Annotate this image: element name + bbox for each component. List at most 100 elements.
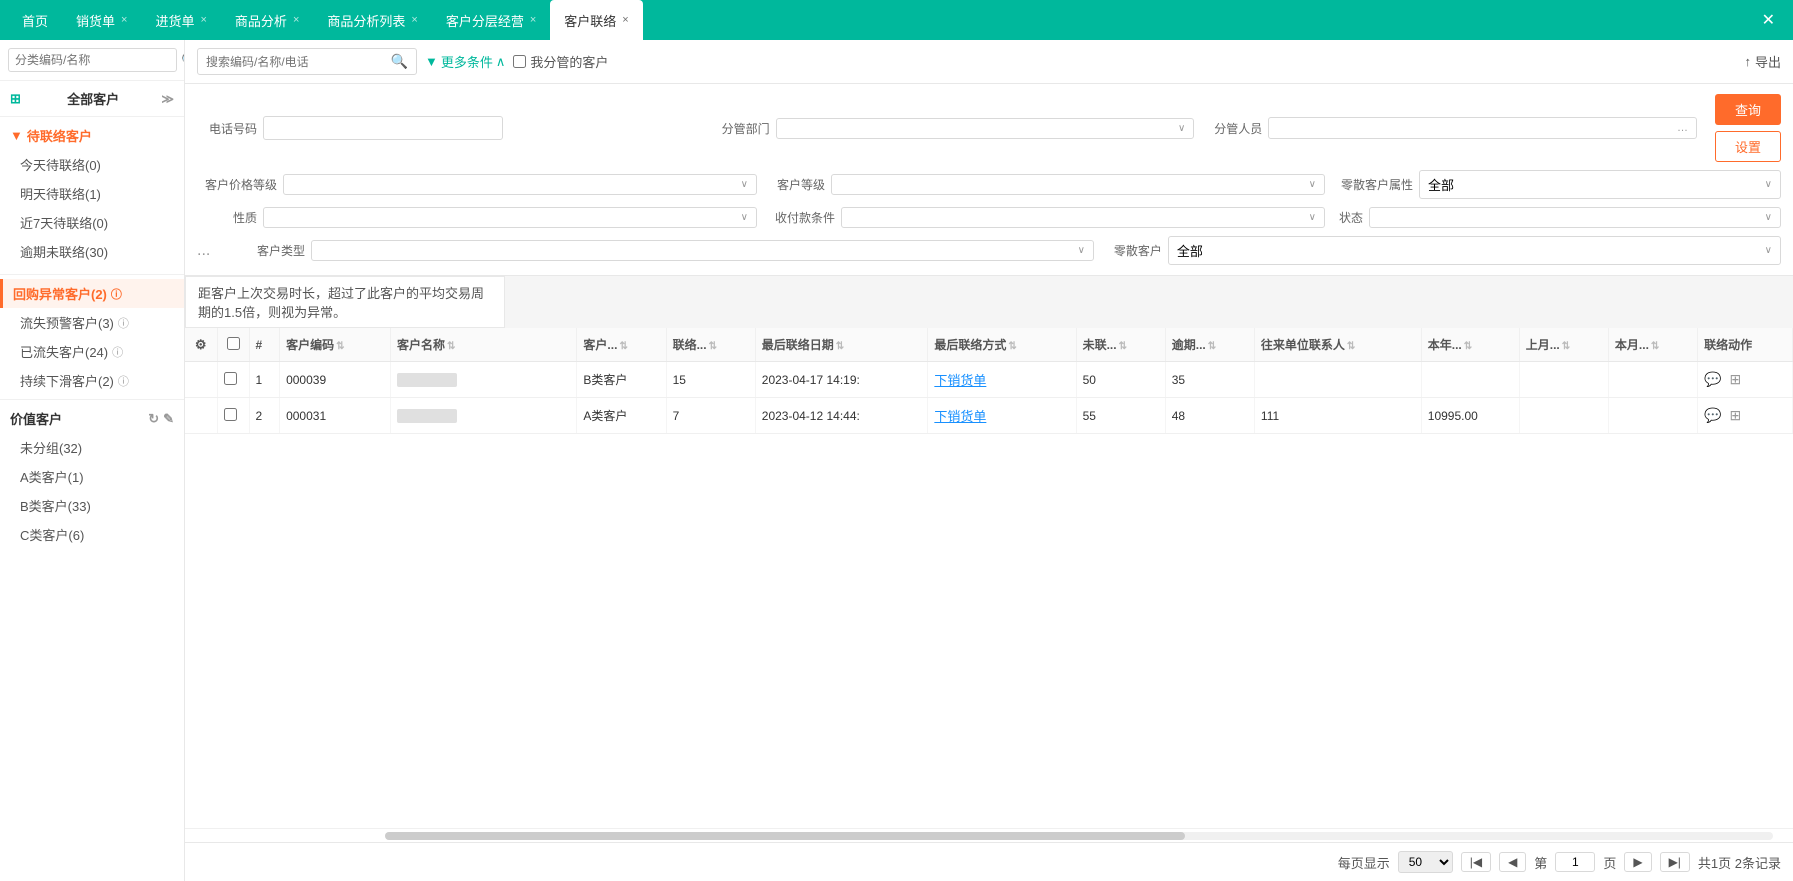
status-select[interactable]: ∨ — [1369, 207, 1781, 228]
sort-date-icon[interactable]: ⇅ — [836, 341, 844, 352]
branch-dept-field: 分管部门 ∨ — [700, 118, 1195, 139]
sidebar-item-ungrouped[interactable]: 未分组(32) — [0, 433, 184, 462]
close-purchase-tab[interactable]: × — [200, 14, 206, 26]
export-icon: ↑ — [1744, 54, 1751, 69]
sort-company-icon[interactable]: ⇅ — [1347, 341, 1355, 352]
nav-tab-sales[interactable]: 销货单 × — [62, 0, 141, 40]
td-index-1: 1 — [249, 362, 280, 398]
sidebar-item-repeat-purchase[interactable]: 回购异常客户(2) ⓘ — [0, 279, 184, 308]
search-input[interactable] — [206, 55, 391, 69]
branch-person-field: 分管人员 … — [1202, 117, 1697, 139]
sort-year-icon[interactable]: ⇅ — [1464, 341, 1472, 352]
sidebar-item-today-contact[interactable]: 今天待联络(0) — [0, 150, 184, 179]
chat-icon-2[interactable]: 💬 — [1704, 407, 1721, 424]
value-customers-header[interactable]: 价值客户 ↻ ✎ — [0, 404, 184, 433]
method-link-1[interactable]: 下销货单 — [934, 373, 986, 388]
nav-tab-product-analysis[interactable]: 商品分析 × — [221, 0, 313, 40]
sort-thismonth-icon[interactable]: ⇅ — [1651, 341, 1659, 352]
gender-arrow-icon: ∨ — [741, 212, 748, 223]
more-conditions-dots[interactable]: ... — [197, 242, 210, 260]
sidebar-search-input[interactable] — [8, 48, 177, 72]
method-link-2[interactable]: 下销货单 — [934, 409, 986, 424]
my-customers-checkbox[interactable] — [513, 55, 526, 68]
prev-page-button[interactable]: ◀ — [1499, 852, 1526, 872]
customer-level-select[interactable]: ∨ — [831, 174, 1325, 195]
td-code-2: 000031 — [280, 398, 391, 434]
export-button[interactable]: ↑ 导出 — [1744, 52, 1781, 71]
repeat-purchase-info-icon[interactable]: ⓘ — [111, 286, 122, 302]
sidebar-item-b-class[interactable]: B类客户(33) — [0, 491, 184, 520]
sidebar-collapse-btn[interactable]: ≫ — [161, 92, 174, 106]
nav-tab-purchase[interactable]: 进货单 × — [141, 0, 220, 40]
refresh-icon[interactable]: ↻ — [148, 411, 159, 427]
sidebar-item-7days-contact[interactable]: 近7天待联络(0) — [0, 208, 184, 237]
td-settings-1 — [185, 362, 217, 398]
next-page-button[interactable]: ▶ — [1624, 852, 1651, 872]
nav-tab-product-analysis-list[interactable]: 商品分析列表 × — [313, 0, 431, 40]
sort-lastmonth-icon[interactable]: ⇅ — [1562, 341, 1570, 352]
td-checkbox-1 — [217, 362, 249, 398]
sidebar-item-already-lost[interactable]: 已流失客户(24) ⓘ — [0, 337, 184, 366]
sort-code-icon[interactable]: ⇅ — [336, 341, 344, 352]
page-input[interactable] — [1555, 852, 1595, 872]
sidebar-item-overdue-contact[interactable]: 逾期未联络(30) — [0, 237, 184, 266]
branch-person-select[interactable]: … — [1268, 117, 1697, 139]
th-customer-name: 客户名称⇅ — [391, 328, 577, 362]
edit-icon[interactable]: ✎ — [163, 411, 174, 427]
search-icon[interactable]: 🔍 — [391, 53, 408, 70]
price-level-select[interactable]: ∨ — [283, 174, 757, 195]
nav-tab-customer-contact[interactable]: 客户联络 × — [550, 0, 642, 40]
per-page-select[interactable]: 50 20 100 — [1398, 851, 1453, 873]
first-page-button[interactable]: |◀ — [1461, 852, 1491, 872]
main-layout: 🔍 ⊞ 全部客户 ≫ ▼ 待联络客户 今天待联络(0) 明天待联络(1) 近7天… — [0, 40, 1793, 881]
per-page-label: 每页显示 — [1338, 853, 1390, 872]
sidebar-item-declining[interactable]: 持续下滑客户(2) ⓘ — [0, 366, 184, 395]
phone-input[interactable] — [263, 116, 503, 140]
branch-dept-select[interactable]: ∨ — [776, 118, 1195, 139]
sort-method-icon[interactable]: ⇅ — [1008, 341, 1016, 352]
retail-customer-select[interactable]: 全部 ∨ — [1168, 236, 1781, 265]
query-button[interactable]: 查询 — [1715, 94, 1781, 125]
sidebar-item-a-class[interactable]: A类客户(1) — [0, 462, 184, 491]
more-conditions-button[interactable]: ▼ 更多条件 ∧ — [425, 52, 505, 71]
close-all-tabs-button[interactable]: ✕ — [1752, 10, 1785, 30]
close-segmentation-tab[interactable]: × — [530, 14, 536, 26]
more-dots-field: ... — [197, 242, 237, 260]
payment-terms-select[interactable]: ∨ — [841, 207, 1325, 228]
sidebar-item-c-class[interactable]: C类客户(6) — [0, 520, 184, 549]
sidebar-item-lost-warning[interactable]: 流失预警客户(3) ⓘ — [0, 308, 184, 337]
nav-tab-customer-segmentation[interactable]: 客户分层经营 × — [432, 0, 550, 40]
sort-overdue-icon[interactable]: ⇅ — [1208, 341, 1216, 352]
settings-icon[interactable]: ⚙ — [195, 337, 207, 352]
customer-table: ⚙ # 客户编码⇅ 客户名称⇅ 客户...⇅ — [185, 328, 1793, 434]
sort-name-icon[interactable]: ⇅ — [447, 341, 455, 352]
close-sales-tab[interactable]: × — [121, 14, 127, 26]
select-all-checkbox[interactable] — [227, 337, 240, 350]
grid-action-icon-1[interactable]: ⊞ — [1730, 371, 1742, 388]
value-customers-icons: ↻ ✎ — [148, 411, 174, 427]
close-product-analysis-tab[interactable]: × — [293, 14, 299, 26]
sidebar-search-area: 🔍 — [0, 40, 184, 81]
scrollbar-thumb[interactable] — [385, 832, 1185, 840]
customer-type-select[interactable]: ∨ — [311, 240, 1094, 261]
sort-contact-icon[interactable]: ⇅ — [709, 341, 717, 352]
horizontal-scrollbar[interactable] — [185, 828, 1793, 842]
th-uncontacted: 未联...⇅ — [1076, 328, 1165, 362]
td-company-contacts-2: 111 — [1254, 398, 1421, 434]
last-page-button[interactable]: ▶| — [1660, 852, 1690, 872]
grid-action-icon-2[interactable]: ⊞ — [1730, 407, 1742, 424]
chat-icon-1[interactable]: 💬 — [1704, 371, 1721, 388]
gender-select[interactable]: ∨ — [263, 207, 757, 228]
sort-type-icon[interactable]: ⇅ — [619, 341, 627, 352]
sidebar-item-tomorrow-contact[interactable]: 明天待联络(1) — [0, 179, 184, 208]
row2-checkbox[interactable] — [224, 408, 237, 421]
sort-uncontacted-icon[interactable]: ⇅ — [1119, 341, 1127, 352]
close-contact-tab[interactable]: × — [622, 14, 628, 26]
settings-button[interactable]: 设置 — [1715, 131, 1781, 162]
close-product-list-tab[interactable]: × — [411, 14, 417, 26]
row1-checkbox[interactable] — [224, 372, 237, 385]
nav-tab-home[interactable]: 首页 — [8, 0, 62, 40]
lost-warning-info-icon: ⓘ — [118, 315, 129, 331]
retail-attr-select[interactable]: 全部 ∨ — [1419, 170, 1781, 199]
waiting-contact-group-title[interactable]: ▼ 待联络客户 — [0, 121, 184, 150]
